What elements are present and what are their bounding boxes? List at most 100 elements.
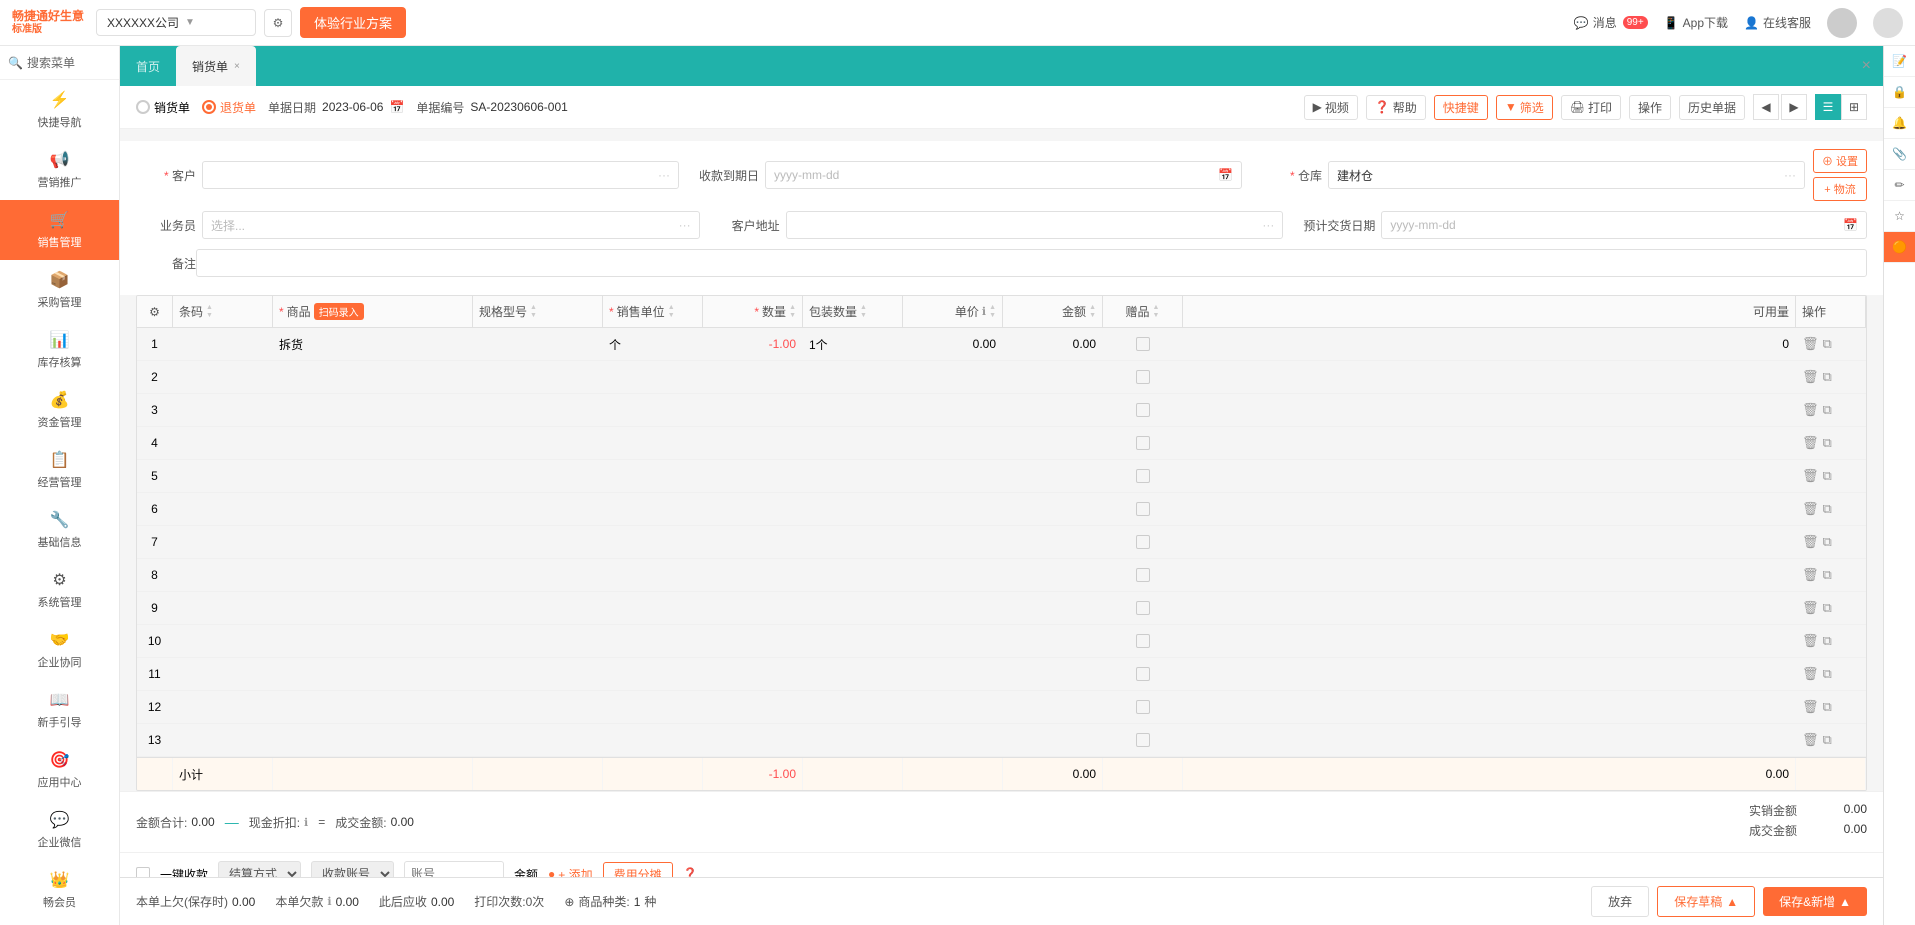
grid-view-button[interactable]: ⊞ [1841, 94, 1867, 120]
discount-info-icon[interactable]: ℹ [304, 816, 308, 829]
overdue-info-icon[interactable]: ℹ [327, 895, 331, 908]
cell-packqty-10[interactable] [803, 658, 903, 690]
delete-icon-4[interactable]: 🗑 [1802, 468, 1819, 484]
cell-price-6[interactable] [903, 526, 1003, 558]
cell-amount-10[interactable] [1003, 658, 1103, 690]
copy-icon-8[interactable]: ⧉ [1823, 600, 1832, 616]
cell-unit-11[interactable] [603, 691, 703, 723]
video-button[interactable]: ▶ 视频 [1304, 95, 1358, 120]
user-avatar-2[interactable] [1873, 8, 1903, 38]
cell-qty-6[interactable] [703, 526, 803, 558]
cell-spec-11[interactable] [473, 691, 603, 723]
cell-unit-4[interactable] [603, 460, 703, 492]
cell-amount-5[interactable] [1003, 493, 1103, 525]
shortcut-button[interactable]: 快捷键 [1434, 95, 1488, 120]
cell-unit-8[interactable] [603, 592, 703, 624]
sidebar-item-2[interactable]: 🛒 销售管理 [0, 200, 119, 260]
copy-icon-7[interactable]: ⧉ [1823, 567, 1832, 583]
copy-icon-11[interactable]: ⧉ [1823, 699, 1832, 715]
copy-icon-5[interactable]: ⧉ [1823, 501, 1832, 517]
print-button[interactable]: 🖨 打印 [1561, 95, 1621, 120]
message-button[interactable]: 💬 消息 99+ [1574, 14, 1648, 31]
cell-spec-12[interactable] [473, 724, 603, 756]
calendar-icon[interactable]: 📅 [389, 100, 404, 114]
customer-address-input[interactable]: ··· [786, 211, 1284, 239]
cell-unit-9[interactable] [603, 625, 703, 657]
cell-spec-0[interactable] [473, 328, 603, 360]
rp-item-0[interactable]: 📝 [1884, 46, 1915, 77]
cell-qty-10[interactable] [703, 658, 803, 690]
rp-item-6[interactable]: 🟠 [1884, 232, 1915, 263]
radio-sales-order[interactable]: 销货单 [136, 99, 190, 116]
cell-barcode-5[interactable] [173, 493, 273, 525]
help-button[interactable]: ❓ 帮助 [1366, 95, 1426, 120]
delivery-date-input[interactable]: yyyy-mm-dd 📅 [1381, 211, 1867, 239]
cell-gift-5[interactable] [1103, 493, 1183, 525]
cell-amount-2[interactable] [1003, 394, 1103, 426]
cell-packqty-12[interactable] [803, 724, 903, 756]
cell-product-4[interactable] [273, 460, 473, 492]
cell-product-9[interactable] [273, 625, 473, 657]
cell-unit-12[interactable] [603, 724, 703, 756]
cell-gift-4[interactable] [1103, 460, 1183, 492]
sidebar-settings-button[interactable]: ⚙ [0, 920, 119, 925]
delete-icon-0[interactable]: 🗑 [1802, 336, 1819, 352]
th-settings[interactable]: ⚙ [137, 296, 173, 327]
payment-account-input[interactable] [404, 861, 504, 877]
cell-barcode-4[interactable] [173, 460, 273, 492]
remark-input[interactable] [196, 249, 1867, 277]
cell-amount-4[interactable] [1003, 460, 1103, 492]
cell-packqty-6[interactable] [803, 526, 903, 558]
cell-barcode-9[interactable] [173, 625, 273, 657]
cell-qty-3[interactable] [703, 427, 803, 459]
cell-product-5[interactable] [273, 493, 473, 525]
cell-packqty-0[interactable]: 1个 [803, 328, 903, 360]
cell-unit-0[interactable]: 个 [603, 328, 703, 360]
cell-spec-6[interactable] [473, 526, 603, 558]
cell-price-8[interactable] [903, 592, 1003, 624]
rp-item-2[interactable]: 🔔 [1884, 108, 1915, 139]
cell-gift-7[interactable] [1103, 559, 1183, 591]
cell-price-4[interactable] [903, 460, 1003, 492]
cell-packqty-2[interactable] [803, 394, 903, 426]
cell-amount-11[interactable] [1003, 691, 1103, 723]
online-support-button[interactable]: 👤 在线客服 [1744, 14, 1811, 31]
cell-amount-12[interactable] [1003, 724, 1103, 756]
sidebar-item-13[interactable]: 👑 畅会员 [0, 860, 119, 920]
payment-account-select[interactable]: 收款账号 [311, 861, 394, 877]
cell-spec-10[interactable] [473, 658, 603, 690]
cell-packqty-9[interactable] [803, 625, 903, 657]
cell-price-0[interactable]: 0.00 [903, 328, 1003, 360]
cell-amount-6[interactable] [1003, 526, 1103, 558]
tab-home[interactable]: 首页 [120, 46, 176, 86]
cell-product-0[interactable]: 拆货 [273, 328, 473, 360]
sidebar-item-3[interactable]: 📦 采购管理 [0, 260, 119, 320]
cell-gift-0[interactable] [1103, 328, 1183, 360]
cell-product-3[interactable] [273, 427, 473, 459]
cell-spec-5[interactable] [473, 493, 603, 525]
delete-icon-8[interactable]: 🗑 [1802, 600, 1819, 616]
sidebar-item-12[interactable]: 💬 企业微信 [0, 800, 119, 860]
user-avatar[interactable] [1827, 8, 1857, 38]
save-draft-button[interactable]: 保存草稿 ▲ [1657, 886, 1755, 917]
cell-product-7[interactable] [273, 559, 473, 591]
copy-icon-10[interactable]: ⧉ [1823, 666, 1832, 682]
copy-icon-6[interactable]: ⧉ [1823, 534, 1832, 550]
cell-gift-8[interactable] [1103, 592, 1183, 624]
copy-icon-0[interactable]: ⧉ [1823, 336, 1832, 352]
delivery-calendar-icon[interactable]: 📅 [1843, 218, 1858, 232]
cell-unit-7[interactable] [603, 559, 703, 591]
delete-icon-5[interactable]: 🗑 [1802, 501, 1819, 517]
cell-spec-8[interactable] [473, 592, 603, 624]
cell-unit-1[interactable] [603, 361, 703, 393]
cell-barcode-8[interactable] [173, 592, 273, 624]
salesperson-input[interactable]: 选择... ··· [202, 211, 700, 239]
cell-product-1[interactable] [273, 361, 473, 393]
next-button[interactable]: ▶ [1781, 94, 1807, 120]
sidebar-item-7[interactable]: 🔧 基础信息 [0, 500, 119, 560]
prev-button[interactable]: ◀ [1753, 94, 1779, 120]
cell-price-1[interactable] [903, 361, 1003, 393]
cell-product-2[interactable] [273, 394, 473, 426]
tab-sales-order[interactable]: 销货单 × [176, 46, 256, 86]
cell-gift-12[interactable] [1103, 724, 1183, 756]
